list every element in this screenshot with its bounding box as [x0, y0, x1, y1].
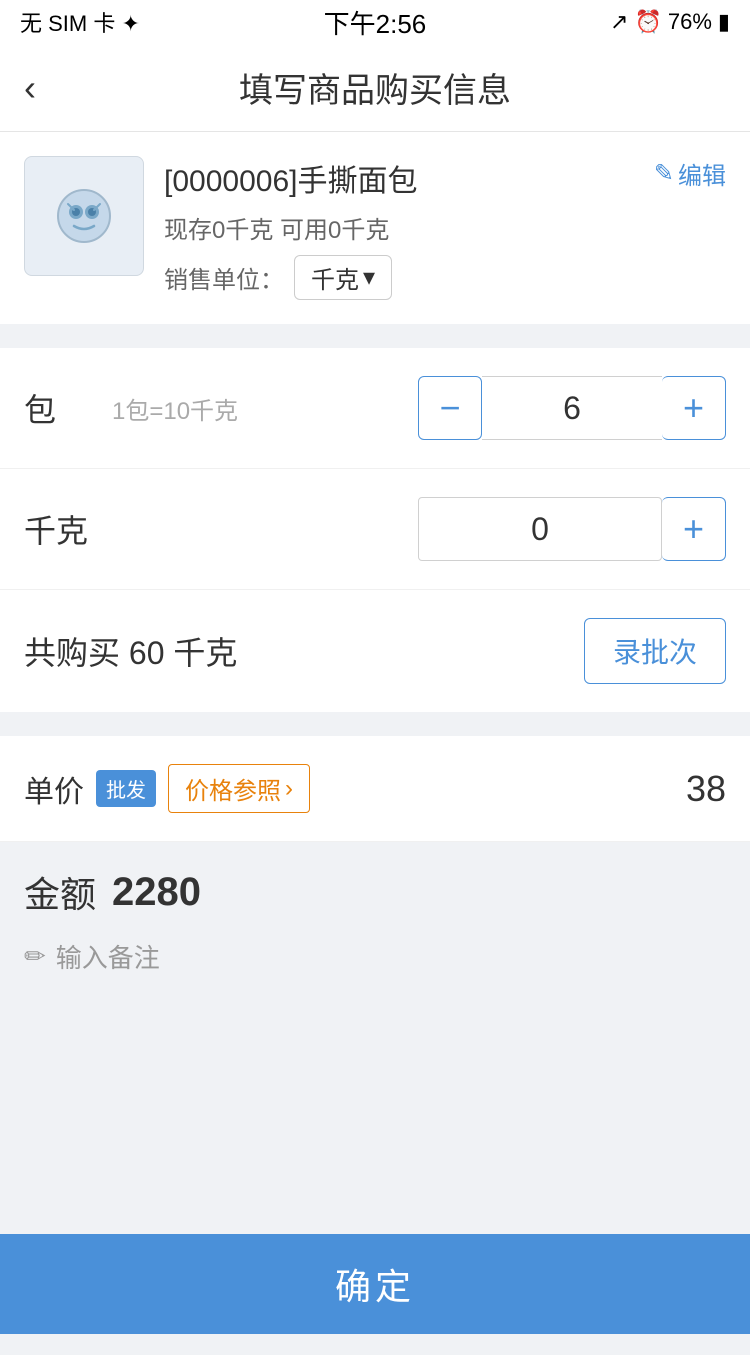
product-image — [24, 156, 144, 276]
edit-label: 编辑 — [678, 156, 726, 191]
section-divider-1 — [0, 332, 750, 348]
unit-value: 千克 — [311, 260, 359, 295]
qianke-quantity-controls: + — [418, 497, 726, 561]
bao-quantity-row: 包 1包=10千克 − + — [0, 348, 750, 469]
amount-value: 2280 — [112, 870, 201, 915]
product-card: [0000006]手撕面包 ✎ 编辑 现存0千克 可用0千克 销售单位： 千克 … — [0, 132, 750, 332]
batch-tag: 批发 — [96, 770, 156, 807]
qianke-increment-button[interactable]: + — [662, 497, 726, 561]
alarm-icon: ⏰ — [634, 9, 661, 35]
remark-placeholder: 输入备注 — [56, 938, 160, 975]
product-info: [0000006]手撕面包 ✎ 编辑 现存0千克 可用0千克 销售单位： 千克 … — [164, 156, 726, 300]
price-section: 单价 批发 价格参照 › 38 — [0, 736, 750, 842]
remark-icon: ✏ — [24, 941, 46, 972]
signal-icon: ↗ — [610, 9, 628, 35]
edit-button[interactable]: ✎ 编辑 — [654, 156, 726, 191]
status-time: 下午2:56 — [324, 4, 427, 41]
confirm-button[interactable]: 确定 — [0, 1234, 750, 1334]
quantity-section: 包 1包=10千克 − + 千克 + — [0, 348, 750, 590]
price-value: 38 — [686, 768, 726, 810]
status-bar: 无 SIM 卡 ✦ 下午2:56 ↗ ⏰ 76% ▮ — [0, 0, 750, 44]
unit-select[interactable]: 千克 ▾ — [294, 255, 392, 300]
back-button[interactable]: ‹ — [24, 67, 36, 109]
unit-row: 销售单位： 千克 ▾ — [164, 255, 726, 300]
nav-bar: ‹ 填写商品购买信息 — [0, 44, 750, 132]
qianke-quantity-row: 千克 + — [0, 469, 750, 590]
bao-quantity-input[interactable] — [482, 376, 662, 440]
dropdown-icon: ▾ — [363, 263, 375, 292]
bao-quantity-controls: − + — [418, 376, 726, 440]
battery-icon: ▮ — [718, 9, 730, 35]
product-name: [0000006]手撕面包 — [164, 156, 417, 200]
price-ref-icon: › — [285, 775, 293, 803]
qianke-label: 千克 — [24, 506, 418, 552]
remark-row[interactable]: ✏ 输入备注 — [24, 938, 726, 995]
product-stock: 现存0千克 可用0千克 — [164, 210, 726, 245]
bao-label: 包 — [24, 385, 104, 431]
qianke-quantity-input[interactable] — [418, 497, 662, 561]
section-divider-2 — [0, 720, 750, 736]
amount-row: 金额 2280 — [24, 866, 726, 918]
sim-status: 无 SIM 卡 ✦ — [20, 6, 140, 38]
bao-increment-button[interactable]: + — [662, 376, 726, 440]
battery-level: 76% — [668, 9, 712, 35]
record-batch-button[interactable]: 录批次 — [584, 618, 726, 684]
bao-decrement-button[interactable]: − — [418, 376, 482, 440]
bao-hint: 1包=10千克 — [112, 391, 418, 426]
price-ref-label: 价格参照 — [185, 771, 281, 806]
unit-label: 销售单位： — [164, 260, 284, 295]
status-left: 无 SIM 卡 ✦ — [20, 6, 140, 38]
status-right: ↗ ⏰ 76% ▮ — [610, 9, 730, 35]
price-label: 单价 — [24, 767, 84, 811]
page-title: 填写商品购买信息 — [239, 63, 511, 112]
amount-section: 金额 2280 ✏ 输入备注 — [0, 842, 750, 995]
amount-label: 金额 — [24, 866, 96, 918]
total-text: 共购买 60 千克 — [24, 628, 237, 674]
total-row: 共购买 60 千克 录批次 — [0, 590, 750, 720]
edit-icon: ✎ — [654, 159, 674, 188]
price-left: 单价 批发 价格参照 › — [24, 764, 310, 813]
price-ref-button[interactable]: 价格参照 › — [168, 764, 310, 813]
product-title-row: [0000006]手撕面包 ✎ 编辑 — [164, 156, 726, 200]
